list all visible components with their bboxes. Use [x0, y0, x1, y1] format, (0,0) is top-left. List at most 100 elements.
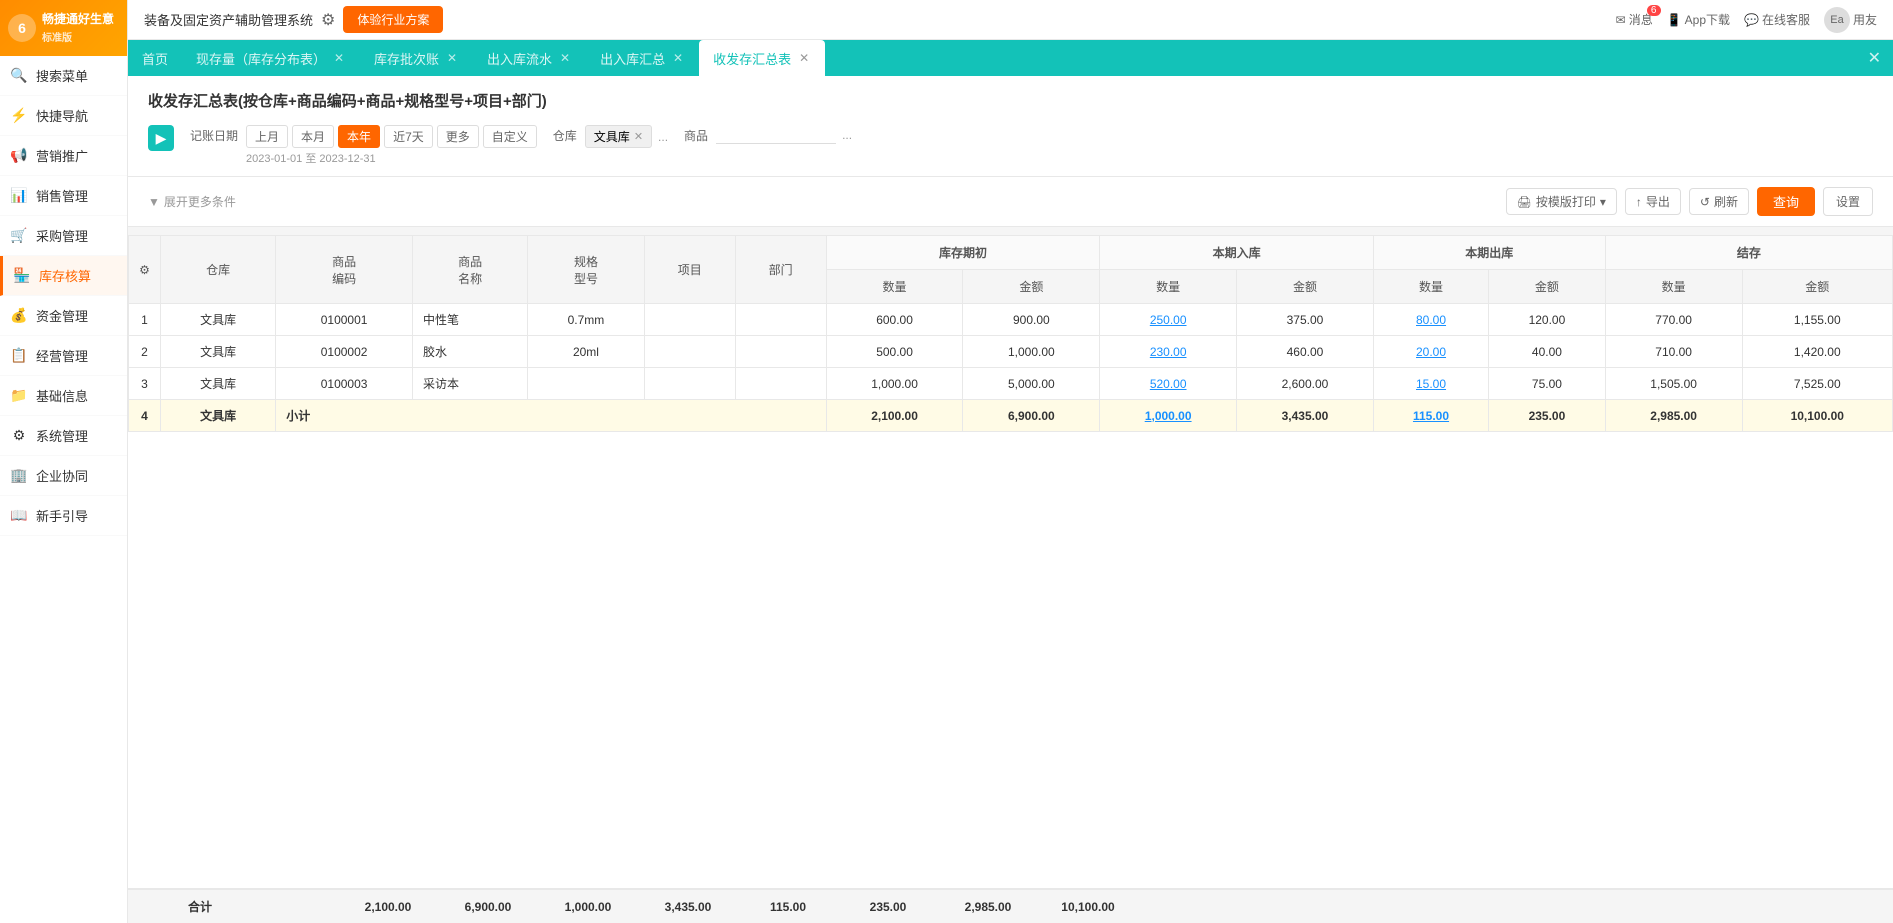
col-dept-header: 部门 — [735, 236, 826, 304]
sidebar-logo: 6 畅捷通好生意 标准版 — [0, 0, 127, 56]
row-goods-name: 采访本 — [413, 368, 528, 400]
query-button[interactable]: 查询 — [1757, 187, 1815, 216]
message-icon: ✉ — [1616, 13, 1626, 27]
row-warehouse: 文具库 — [161, 336, 276, 368]
operations-icon: 📋 — [10, 347, 28, 365]
date-btn-本年[interactable]: 本年 — [338, 125, 380, 148]
subtotal-warehouse: 文具库 — [161, 400, 276, 432]
tab-close-3[interactable]: ✕ — [558, 51, 572, 65]
row-in-qty[interactable]: 520.00 — [1100, 368, 1237, 400]
sidebar-item-system[interactable]: ⚙系统管理 — [0, 416, 127, 456]
subtotal-in-amt: 3,435.00 — [1237, 400, 1374, 432]
row-out-qty[interactable]: 20.00 — [1373, 336, 1488, 368]
row-out-qty[interactable]: 15.00 — [1373, 368, 1488, 400]
date-btn-上月[interactable]: 上月 — [246, 125, 288, 148]
col-in-header: 本期入库 — [1100, 236, 1374, 270]
tab-0[interactable]: 首页 — [128, 40, 182, 76]
topbar-right: ✉ 6 消息 📱 App下载 💬 在线客服 Ea 用友 — [1616, 7, 1877, 33]
settings-button[interactable]: 设置 — [1823, 187, 1873, 216]
tab-3[interactable]: 出入库流水 ✕ — [473, 40, 586, 76]
enterprise-icon: 🏢 — [10, 467, 28, 485]
goods-search-input[interactable] — [716, 125, 836, 144]
col-out-header: 本期出库 — [1373, 236, 1605, 270]
try-button[interactable]: 体验行业方案 — [343, 6, 443, 33]
col-out-qty-header: 数量 — [1373, 270, 1488, 304]
search-icon: 🔍 — [10, 67, 28, 85]
sidebar-item-purchase[interactable]: 🛒采购管理 — [0, 216, 127, 256]
data-table-container: ⚙ 仓库 商品编码 商品名称 规格型号 项目 部门 库存期初 本期入库 本期出库… — [128, 235, 1893, 888]
row-in-qty[interactable]: 230.00 — [1100, 336, 1237, 368]
more-warehouse-options[interactable]: ... — [658, 130, 668, 144]
row-warehouse: 文具库 — [161, 368, 276, 400]
sidebar-item-marketing[interactable]: 📢营销推广 — [0, 136, 127, 176]
col-open-qty-header: 数量 — [826, 270, 963, 304]
sidebar-item-search[interactable]: 🔍搜索菜单 — [0, 56, 127, 96]
tab-close-5[interactable]: ✕ — [797, 51, 811, 65]
row-bal-amt: 7,525.00 — [1742, 368, 1892, 400]
sales-icon: 📊 — [10, 187, 28, 205]
online-service-link[interactable]: 💬 在线客服 — [1744, 11, 1810, 28]
tabbar-close-button[interactable]: ✕ — [1856, 48, 1893, 68]
export-label: 导出 — [1646, 193, 1670, 210]
topbar-left: 装备及固定资产辅助管理系统 ⚙ 体验行业方案 — [144, 6, 1604, 33]
col-settings-header[interactable]: ⚙ — [129, 236, 161, 304]
date-range-text: 2023-01-01 至 2023-12-31 — [246, 150, 537, 166]
col-out-amt-header: 金额 — [1489, 270, 1606, 304]
remove-warehouse-tag[interactable]: ✕ — [634, 130, 643, 143]
export-button[interactable]: ↑ 导出 — [1625, 188, 1681, 215]
date-btn-近7天[interactable]: 近7天 — [384, 125, 433, 148]
col-open-amt-header: 金额 — [963, 270, 1100, 304]
sidebar-label-marketing: 营销推广 — [36, 146, 88, 165]
tab-1[interactable]: 现存量（库存分布表）✕ — [182, 40, 360, 76]
content-area: 收发存汇总表(按仓库+商品编码+商品+规格型号+项目+部门) ▶ 记账日期 上月… — [128, 76, 1893, 923]
table-row: 3 文具库 0100003 采访本 1,000.00 5,000.00 520.… — [129, 368, 1893, 400]
print-icon: 🖨 — [1517, 195, 1532, 209]
sidebar-item-sales[interactable]: 📊销售管理 — [0, 176, 127, 216]
col-balance-header: 结存 — [1605, 236, 1892, 270]
refresh-button[interactable]: ↺ 刷新 — [1689, 188, 1749, 215]
tab-label-3: 出入库流水 — [487, 49, 552, 68]
sidebar-item-enterprise[interactable]: 🏢 企业协同 — [0, 456, 127, 496]
row-warehouse: 文具库 — [161, 304, 276, 336]
user-menu[interactable]: Ea 用友 — [1824, 7, 1877, 33]
sidebar-item-inventory[interactable]: 🏪库存核算 — [0, 256, 127, 296]
date-btn-自定义[interactable]: 自定义 — [483, 125, 537, 148]
sidebar-label-enterprise: 企业协同 — [36, 466, 88, 485]
tab-2[interactable]: 库存批次账✕ — [360, 40, 473, 76]
finance-icon: 💰 — [10, 307, 28, 325]
subtotal-in-qty[interactable]: 1,000.00 — [1100, 400, 1237, 432]
tab-5[interactable]: 收发存汇总表✕ — [699, 40, 825, 76]
row-out-qty[interactable]: 80.00 — [1373, 304, 1488, 336]
row-goods-name: 中性笔 — [413, 304, 528, 336]
app-title: 畅捷通好生意 — [42, 12, 114, 26]
date-btn-更多[interactable]: 更多 — [437, 125, 479, 148]
app-download-link[interactable]: 📱 App下载 — [1667, 11, 1730, 28]
date-btn-本月[interactable]: 本月 — [292, 125, 334, 148]
sidebar-item-guide[interactable]: 📖新手引导 — [0, 496, 127, 536]
message-icon-wrapper[interactable]: ✉ 6 消息 — [1616, 11, 1653, 28]
subtotal-row: 4 文具库 小计 2,100.00 6,900.00 1,000.00 3,43… — [129, 400, 1893, 432]
sidebar-item-quick-nav[interactable]: ⚡快捷导航 — [0, 96, 127, 136]
tab-4[interactable]: 出入库汇总 ✕ — [586, 40, 699, 76]
col-in-amt-header: 金额 — [1237, 270, 1374, 304]
row-in-amt: 375.00 — [1237, 304, 1374, 336]
tab-label-4: 出入库汇总 — [600, 49, 665, 68]
sidebar-item-basic-info[interactable]: 📁基础信息 — [0, 376, 127, 416]
more-goods-options[interactable]: ... — [842, 128, 852, 142]
subtotal-out-qty[interactable]: 115.00 — [1373, 400, 1488, 432]
sidebar-item-finance[interactable]: 💰资金管理 — [0, 296, 127, 336]
row-in-qty[interactable]: 250.00 — [1100, 304, 1237, 336]
tab-close-4[interactable]: ✕ — [671, 51, 685, 65]
tab-close-2[interactable]: ✕ — [445, 51, 459, 65]
filter-toggle-button[interactable]: ▶ — [148, 125, 174, 151]
row-no: 2 — [129, 336, 161, 368]
config-icon[interactable]: ⚙ — [321, 10, 335, 30]
row-no: 3 — [129, 368, 161, 400]
subtotal-bal-amt: 10,100.00 — [1742, 400, 1892, 432]
expand-more-button[interactable]: ▼ 展开更多条件 — [148, 193, 236, 210]
sidebar-item-operations[interactable]: 📋经营管理 — [0, 336, 127, 376]
print-button[interactable]: 🖨 按模版打印 ▾ — [1506, 188, 1617, 215]
row-goods-name: 胶水 — [413, 336, 528, 368]
tab-close-1[interactable]: ✕ — [332, 51, 346, 65]
app-download-label: App下载 — [1685, 11, 1730, 28]
